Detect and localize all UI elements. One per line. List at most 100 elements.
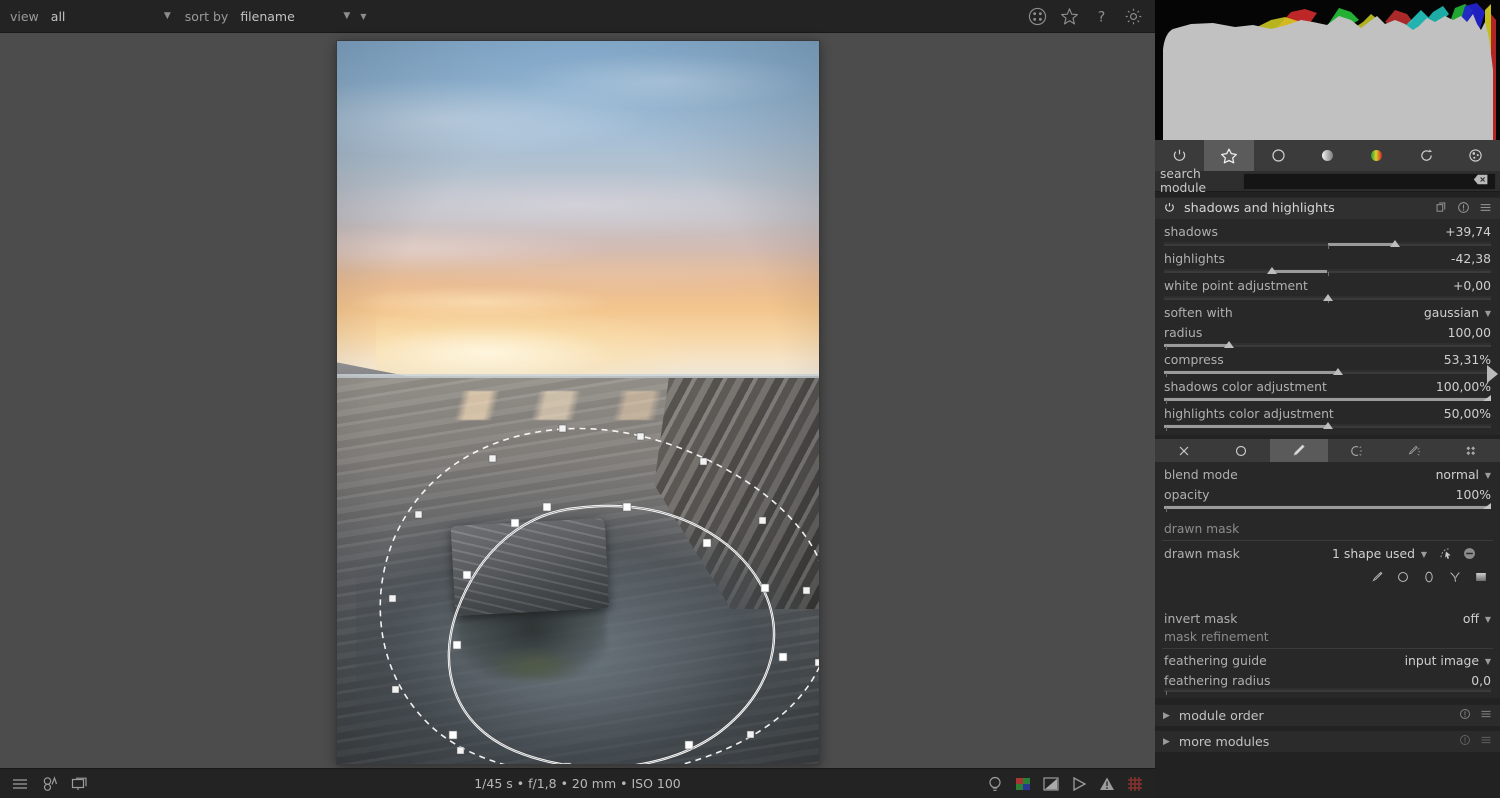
slider-value: -42,38 <box>1451 251 1491 266</box>
blend-raster-mask-tab[interactable] <box>1443 439 1500 462</box>
combo-blend-mode[interactable]: blend mode normal ▼ <box>1162 466 1493 486</box>
second-window-icon[interactable] <box>71 775 89 793</box>
blend-uniformly-tab[interactable] <box>1213 439 1271 462</box>
blend-parametric-mask-tab[interactable] <box>1328 439 1386 462</box>
presets-icon[interactable] <box>1479 201 1492 217</box>
gamut-check-icon[interactable] <box>1042 775 1060 793</box>
search-module-row: search module <box>1155 167 1500 195</box>
slider-shadows[interactable]: shadows +39,74 <box>1162 223 1493 250</box>
guides-grid-icon[interactable] <box>1126 775 1144 793</box>
image-canvas[interactable] <box>337 41 819 764</box>
sort-direction-icon[interactable]: ▼ <box>360 12 366 21</box>
drawn-mask-row[interactable]: drawn mask 1 shape used ▼ <box>1162 544 1493 567</box>
edit-shapes-icon[interactable] <box>1438 546 1453 564</box>
view-label: view <box>10 8 39 24</box>
clipping-warning-icon[interactable] <box>1098 775 1116 793</box>
sort-by-dropdown[interactable]: filename ▼ <box>240 5 350 27</box>
module-power-icon[interactable] <box>1163 201 1176 217</box>
mask-feather-border <box>379 427 819 764</box>
presets-icon[interactable] <box>1480 734 1492 749</box>
hamburger-icon[interactable] <box>11 775 29 793</box>
shape-tool-buttons <box>1162 567 1493 588</box>
search-module-label: search module <box>1160 167 1207 195</box>
sort-by-value: filename <box>240 8 295 24</box>
slider-radius[interactable]: radius 100,00 <box>1162 324 1493 351</box>
reset-icon[interactable] <box>1457 201 1470 217</box>
top-toolbar-icons: ? <box>1028 0 1143 33</box>
blend-off-tab[interactable] <box>1155 439 1213 462</box>
module-header-shadows-and-highlights[interactable]: shadows and highlights <box>1155 197 1500 219</box>
presets-icon[interactable] <box>1480 708 1492 723</box>
histogram-left-pad <box>1155 0 1163 140</box>
show-hide-mask-icon[interactable] <box>1462 546 1477 564</box>
more-modules-label: more modules <box>1178 734 1270 749</box>
group-technical[interactable] <box>1254 140 1303 171</box>
combo-soften-with[interactable]: soften with gaussian ▼ <box>1162 304 1493 324</box>
ellipse-tool-icon[interactable] <box>1421 569 1437 588</box>
right-side-panel: search module shadows and highlights sha… <box>1155 0 1500 798</box>
slider-compress[interactable]: compress 53,31% <box>1162 351 1493 378</box>
slider-label: shadows <box>1164 224 1218 239</box>
gradient-tool-icon[interactable] <box>1473 569 1489 588</box>
bottom-status-bar: 1/45 s • f/1,8 • 20 mm • ISO 100 <box>0 768 1155 798</box>
exif-status-text: 1/45 s • f/1,8 • 20 mm • ISO 100 <box>474 776 681 791</box>
top-toolbar: view all ▼ sort by filename ▼ ▼ ? <box>0 0 1155 33</box>
slider-value: 0,0 <box>1471 673 1491 688</box>
combo-label: invert mask <box>1164 611 1238 626</box>
brush-tool-icon[interactable] <box>1369 569 1385 588</box>
search-input[interactable] <box>1243 172 1496 190</box>
drawn-mask-overlay[interactable] <box>337 41 819 764</box>
slider-highlights-color-adjustment[interactable]: highlights color adjustment 50,00% <box>1162 405 1493 432</box>
bottom-right-icons <box>986 775 1144 793</box>
module-order-label: module order <box>1178 708 1264 723</box>
lightbulb-icon[interactable] <box>986 775 1004 793</box>
drawn-mask-value: 1 shape used <box>1332 546 1415 561</box>
mask-path-shape[interactable] <box>447 504 776 764</box>
group-color[interactable] <box>1352 140 1401 171</box>
help-icon[interactable]: ? <box>1092 7 1111 26</box>
chevron-down-icon: ▼ <box>1484 309 1491 318</box>
slider-white-point-adjustment[interactable]: white point adjustment +0,00 <box>1162 277 1493 304</box>
path-tool-icon[interactable] <box>1447 569 1463 588</box>
star-icon[interactable] <box>1060 7 1079 26</box>
slider-highlights[interactable]: highlights -42,38 <box>1162 250 1493 277</box>
chevron-down-icon: ▼ <box>1484 471 1491 480</box>
view-filter-dropdown[interactable]: all ▼ <box>51 5 171 27</box>
combo-invert-mask[interactable]: invert mask off ▼ <box>1162 610 1493 630</box>
group-grading[interactable] <box>1303 140 1352 171</box>
reset-icon[interactable] <box>1459 708 1471 723</box>
overlays-icon[interactable] <box>41 775 59 793</box>
combo-feathering-guide[interactable]: feathering guide input image ▼ <box>1162 652 1493 672</box>
raw-overlay-icon[interactable] <box>1014 775 1032 793</box>
slider-opacity[interactable]: opacity 100% <box>1162 486 1493 513</box>
combo-label: soften with <box>1164 305 1233 320</box>
group-correct[interactable] <box>1401 140 1450 171</box>
blend-drawn-parametric-mask-tab[interactable] <box>1385 439 1443 462</box>
clear-search-icon[interactable] <box>1473 174 1489 189</box>
histogram[interactable] <box>1155 0 1500 140</box>
reset-icon[interactable] <box>1459 734 1471 749</box>
slider-label: highlights <box>1164 251 1225 266</box>
collapse-right-panel-arrow[interactable] <box>1487 365 1498 383</box>
more-modules-icons <box>1459 734 1492 749</box>
circle-tool-icon[interactable] <box>1395 569 1411 588</box>
multi-instance-icon[interactable] <box>1435 201 1448 217</box>
group-effects[interactable] <box>1451 140 1500 171</box>
more-modules-section[interactable]: ▶ more modules <box>1155 730 1500 752</box>
softproof-icon[interactable] <box>1070 775 1088 793</box>
blend-drawn-mask-tab[interactable] <box>1270 439 1328 462</box>
slider-feathering-radius[interactable]: feathering radius 0,0 <box>1162 672 1493 695</box>
module-order-icons <box>1459 708 1492 723</box>
panel-footer-sections: ▶ module order ▶ more modules <box>1155 704 1500 752</box>
histogram-right-pad <box>1496 0 1500 140</box>
slider-value: 100,00 <box>1447 325 1491 340</box>
darkroom-center-view <box>0 33 1155 768</box>
slider-shadows-color-adjustment[interactable]: shadows color adjustment 100,00% <box>1162 378 1493 405</box>
gear-icon[interactable] <box>1124 7 1143 26</box>
slider-value: +39,74 <box>1445 224 1491 239</box>
section-divider <box>1162 540 1493 541</box>
module-order-section[interactable]: ▶ module order <box>1155 704 1500 726</box>
grid-dots-icon[interactable] <box>1028 7 1047 26</box>
slider-label: opacity <box>1164 487 1210 502</box>
slider-label: radius <box>1164 325 1203 340</box>
